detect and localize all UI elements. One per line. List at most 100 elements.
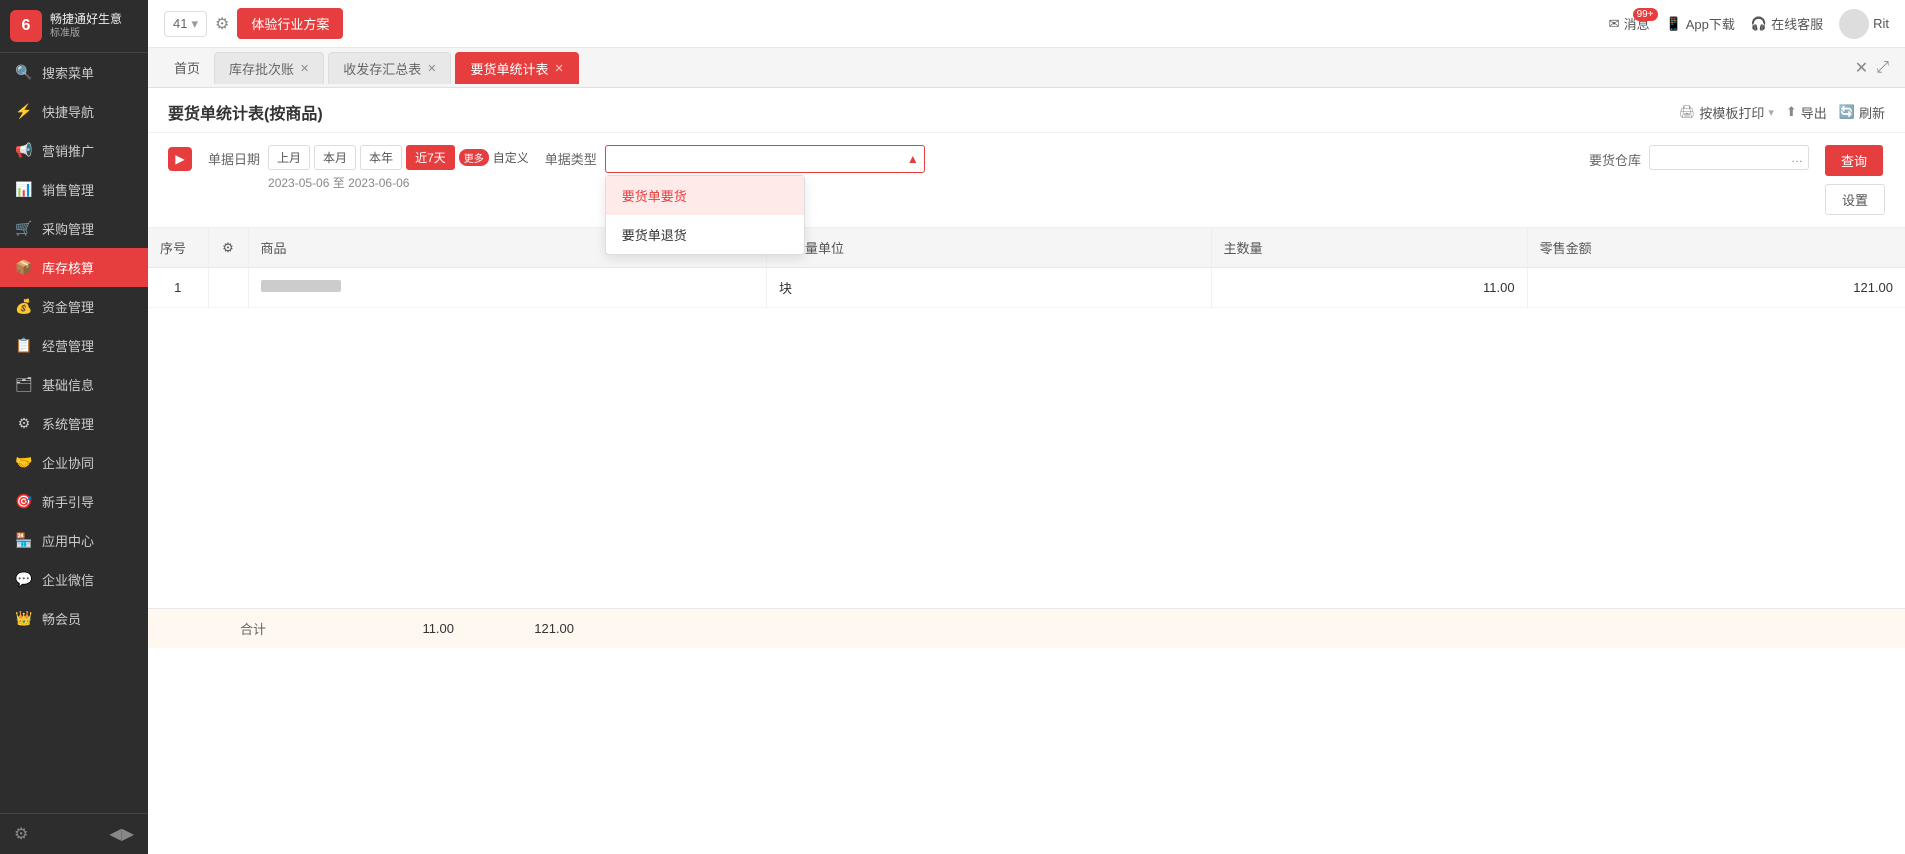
tab-home[interactable]: 首页 [164, 52, 210, 83]
date-this-month-btn[interactable]: 本月 [314, 145, 356, 170]
warehouse-more-icon: … [1791, 151, 1803, 165]
col-gear[interactable]: ⚙ [208, 228, 248, 268]
table-row: 1 块 11.00 121.00 [148, 268, 1905, 308]
fullscreen-icon: ⤢ [1876, 59, 1889, 77]
collab-icon: 🤝 [14, 454, 34, 471]
footer-qty: 11.00 [346, 621, 466, 636]
page-actions: 🖨 按模板打印 ▾ ⬆ 导出 🔄 刷新 [1679, 103, 1885, 122]
filter-type-select[interactable] [605, 145, 925, 173]
sidebar-scroll: 🔍 搜索菜单 ⚡ 快捷导航 📢 营销推广 📊 销售管理 🛒 采购管理 📦 库存核… [0, 53, 148, 813]
date-last-month-btn[interactable]: 上月 [268, 145, 310, 170]
sidebar-item-search[interactable]: 🔍 搜索菜单 [0, 53, 148, 92]
basic-icon: 🗂 [14, 376, 34, 393]
table-empty-space [148, 308, 1905, 608]
sidebar-item-system[interactable]: ⚙ 系统管理 [0, 404, 148, 443]
date-7days-btn[interactable]: 近7天 [406, 145, 455, 170]
filter-warehouse-group: 要货仓库 … [1589, 145, 1809, 170]
tab-close-receive[interactable]: ✕ [427, 62, 436, 75]
cell-qty: 11.00 [1211, 268, 1527, 308]
sidebar-item-wechat[interactable]: 💬 企业微信 [0, 560, 148, 599]
tab-order-stat[interactable]: 要货单统计表 ✕ [455, 52, 578, 84]
collapse-icon[interactable]: ◀▶ [109, 824, 134, 844]
setting-btn[interactable]: 设置 [1825, 184, 1885, 215]
topbar-right: ✉ 消息 99+ 📱 App下载 🎧 在线客服 Rit [1609, 9, 1889, 39]
cell-seq: 1 [148, 268, 208, 308]
date-this-year-btn[interactable]: 本年 [360, 145, 402, 170]
cell-gear [208, 268, 248, 308]
sidebar-item-inventory[interactable]: 📦 库存核算 [0, 248, 148, 287]
footer-amount: 121.00 [466, 621, 586, 636]
chevron-down-icon: ▾ [191, 16, 198, 32]
date-custom-btn[interactable]: 自定义 [493, 149, 529, 166]
col-qty: 主数量 [1211, 228, 1527, 268]
dropdown-option-return[interactable]: 要货单退货 [606, 215, 804, 254]
sidebar-item-quick-nav[interactable]: ⚡ 快捷导航 [0, 92, 148, 131]
data-table: 序号 ⚙ 商品 主计量单位 主数量 零售金额 1 [148, 228, 1905, 308]
main-content: 41 ▾ ⚙ 体验行业方案 ✉ 消息 99+ 📱 App下载 🎧 在线客服 R [148, 0, 1905, 854]
sidebar-item-basic[interactable]: 🗂 基础信息 [0, 365, 148, 404]
settings-icon[interactable]: ⚙ [14, 824, 28, 844]
purchase-icon: 🛒 [14, 220, 34, 237]
cell-amount: 121.00 [1527, 268, 1905, 308]
print-btn[interactable]: 🖨 按模板打印 ▾ [1679, 103, 1774, 122]
user-menu[interactable]: Rit [1839, 9, 1889, 39]
messages-btn[interactable]: ✉ 消息 99+ [1609, 14, 1650, 33]
sidebar-item-finance[interactable]: 💰 资金管理 [0, 287, 148, 326]
sidebar-item-member[interactable]: 👑 畅会员 [0, 599, 148, 638]
sidebar-item-marketing[interactable]: 📢 营销推广 [0, 131, 148, 170]
store-selector[interactable]: 41 ▾ [164, 11, 207, 37]
sidebar-item-operation[interactable]: 📋 经营管理 [0, 326, 148, 365]
app-download-btn[interactable]: 📱 App下载 [1666, 14, 1735, 33]
tab-batch[interactable]: 库存批次账 ✕ [214, 52, 324, 84]
phone-icon: 📱 [1666, 16, 1682, 32]
marketing-icon: 📢 [14, 142, 34, 159]
filter-date-group: 单据日期 上月 本月 本年 近7天 更多 自定义 2023-05-06 至 20… [208, 145, 529, 191]
sidebar-bottom: ⚙ ◀▶ [0, 813, 148, 854]
filter-type-dropdown: 要货单要货 要货单退货 [605, 175, 805, 255]
sidebar-item-sales[interactable]: 📊 销售管理 [0, 170, 148, 209]
member-icon: 👑 [14, 610, 34, 627]
sidebar-item-appstore[interactable]: 🏪 应用中心 [0, 521, 148, 560]
page-panel: 要货单统计表(按商品) 🖨 按模板打印 ▾ ⬆ 导出 🔄 刷新 [148, 88, 1905, 854]
gear-icon[interactable]: ⚙ [215, 14, 229, 34]
filter-bar: ▶ 单据日期 上月 本月 本年 近7天 更多 自定义 2023- [148, 133, 1905, 228]
filter-warehouse-label: 要货仓库 [1589, 146, 1641, 169]
tabbar-expand[interactable]: ✕ ⤢ [1855, 58, 1889, 78]
table-container: 序号 ⚙ 商品 主计量单位 主数量 零售金额 1 [148, 228, 1905, 308]
table-body: 1 块 11.00 121.00 [148, 268, 1905, 308]
sidebar-item-collab[interactable]: 🤝 企业协同 [0, 443, 148, 482]
col-seq: 序号 [148, 228, 208, 268]
sidebar-item-purchase[interactable]: 🛒 采购管理 [0, 209, 148, 248]
export-icon: ⬆ [1786, 104, 1797, 120]
topbar-left: 41 ▾ ⚙ 体验行业方案 [164, 8, 1609, 39]
filter-date-row-1: 上月 本月 本年 近7天 更多 自定义 [268, 145, 529, 170]
service-btn[interactable]: 🎧 在线客服 [1751, 14, 1823, 33]
tab-close-order-stat[interactable]: ✕ [555, 62, 564, 75]
date-more-badge: 更多 [459, 149, 489, 166]
sidebar-item-newbie[interactable]: 🎯 新手引导 [0, 482, 148, 521]
export-btn[interactable]: ⬆ 导出 [1786, 103, 1827, 122]
industry-btn[interactable]: 体验行业方案 [237, 8, 343, 39]
tab-close-batch[interactable]: ✕ [300, 62, 309, 75]
filter-warehouse-input[interactable] [1649, 145, 1809, 170]
inventory-icon: 📦 [14, 259, 34, 276]
col-amount: 零售金额 [1527, 228, 1905, 268]
dropdown-option-order[interactable]: 要货单要货 [606, 176, 804, 215]
product-blurred [261, 280, 341, 292]
headset-icon: 🎧 [1751, 16, 1767, 32]
page-title: 要货单统计表(按商品) [168, 100, 323, 124]
sales-icon: 📊 [14, 181, 34, 198]
col-unit: 主计量单位 [767, 228, 1212, 268]
filter-date-label: 单据日期 [208, 145, 260, 168]
sidebar: 6 畅捷通好生意 标准版 🔍 搜索菜单 ⚡ 快捷导航 📢 营销推广 📊 销售管理… [0, 0, 148, 854]
filter-date-row-2: 2023-05-06 至 2023-06-06 [268, 174, 529, 191]
page-titlebar: 要货单统计表(按商品) 🖨 按模板打印 ▾ ⬆ 导出 🔄 刷新 [148, 88, 1905, 133]
cell-product [248, 268, 767, 308]
tab-receive[interactable]: 收发存汇总表 ✕ [328, 52, 451, 84]
refresh-btn[interactable]: 🔄 刷新 [1839, 103, 1885, 122]
filter-date-range: 2023-05-06 至 2023-06-06 [268, 174, 409, 191]
cell-unit: 块 [767, 268, 1212, 308]
query-btn[interactable]: 查询 [1825, 145, 1883, 176]
app-brand: 畅捷通好生意 标准版 [50, 12, 122, 41]
filter-expand-btn[interactable]: ▶ [168, 147, 192, 171]
